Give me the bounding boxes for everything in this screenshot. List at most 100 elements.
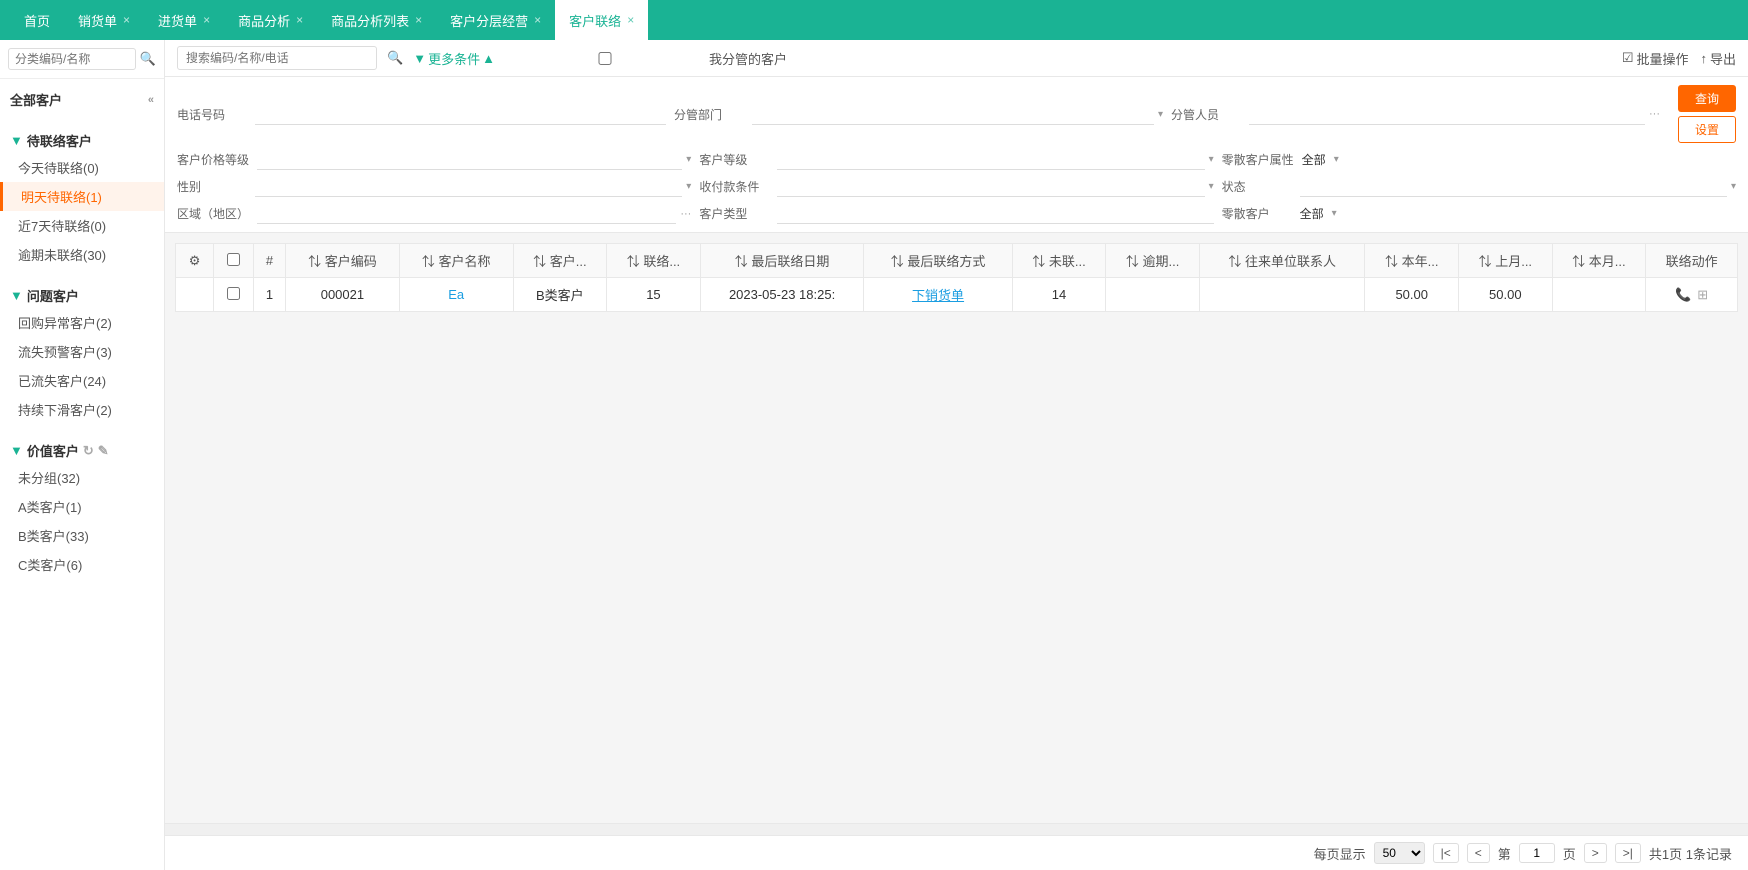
collapse-icon[interactable]: «: [148, 94, 154, 106]
col-customer-type[interactable]: ⇅ 客户...: [513, 244, 607, 278]
sidebar-item-week7[interactable]: 近7天待联络(0): [0, 211, 164, 240]
row-checkbox[interactable]: [214, 278, 254, 312]
payment-dropdown-icon[interactable]: ▾: [1209, 181, 1214, 192]
nav-product-analysis[interactable]: 商品分析 ×: [224, 0, 317, 40]
gender-input[interactable]: [255, 176, 682, 197]
payment-input[interactable]: [777, 176, 1204, 197]
search-btn-icon[interactable]: 🔍: [387, 50, 403, 66]
sidebar-item-a-class[interactable]: A类客户(1): [0, 492, 164, 521]
edit-icon[interactable]: ✎: [98, 443, 109, 459]
export-btn[interactable]: ↑ 导出: [1700, 49, 1736, 68]
close-sales-order-icon[interactable]: ×: [123, 13, 130, 27]
region-more-icon[interactable]: ···: [680, 208, 691, 220]
row-not-contacted: 14: [1012, 278, 1106, 312]
set-button[interactable]: 设置: [1678, 116, 1736, 143]
retail-attr-dropdown-icon[interactable]: ▾: [1334, 154, 1339, 165]
status-input[interactable]: [1300, 176, 1727, 197]
sidebar-item-c-class[interactable]: C类客户(6): [0, 550, 164, 579]
sidebar-item-overdue[interactable]: 逾期未联络(30): [0, 240, 164, 269]
last-page-btn[interactable]: >|: [1615, 843, 1641, 863]
sidebar-item-ungrouped[interactable]: 未分组(32): [0, 463, 164, 492]
close-purchase-order-icon[interactable]: ×: [203, 13, 210, 27]
col-sort-icon: ⇅: [308, 254, 321, 269]
retail-customer-dropdown-icon[interactable]: ▾: [1332, 208, 1337, 219]
bulk-op-btn[interactable]: ☑ 批量操作: [1622, 49, 1689, 68]
sidebar-item-lost[interactable]: 流失预警客户(3): [0, 337, 164, 366]
advanced-filter-panel: 电话号码 分管部门 ▾ 分管人员 ··· 查询 设置: [165, 77, 1748, 233]
sidebar-item-continuous-drop[interactable]: 持续下滑客户(2): [0, 395, 164, 424]
first-page-btn[interactable]: |<: [1433, 843, 1459, 863]
close-customer-tiered-icon[interactable]: ×: [534, 13, 541, 27]
col-name[interactable]: ⇅ 客户名称: [399, 244, 513, 278]
sidebar-all-customers[interactable]: 全部客户 «: [0, 85, 164, 114]
col-code[interactable]: ⇅ 客户编码: [286, 244, 400, 278]
sidebar-item-lost2[interactable]: 已流失客户(24): [0, 366, 164, 395]
phone-action-icon[interactable]: 📞: [1675, 287, 1691, 303]
sidebar-value-header[interactable]: ▼ 价值客户 ↻ ✎: [0, 436, 164, 463]
nav-customer-contact[interactable]: 客户联络 ×: [555, 0, 648, 40]
col-unit-contact[interactable]: ⇅ 往来单位联系人: [1199, 244, 1365, 278]
price-level-dropdown-icon[interactable]: ▾: [686, 154, 691, 165]
col-checkbox: [214, 244, 254, 278]
division-dept-dropdown-icon[interactable]: ▾: [1158, 109, 1163, 120]
col-contact[interactable]: ⇅ 联络...: [607, 244, 701, 278]
nav-customer-tiered[interactable]: 客户分层经营 ×: [436, 0, 555, 40]
sidebar-item-repurchase-abnormal[interactable]: 回购异常客户(2): [0, 308, 164, 337]
close-customer-contact-icon[interactable]: ×: [627, 13, 634, 27]
close-product-analysis-list-icon[interactable]: ×: [415, 13, 422, 27]
sidebar-pending-header[interactable]: ▼ 待联络客户: [0, 126, 164, 153]
col-gear[interactable]: ⚙: [176, 244, 214, 278]
region-input[interactable]: [257, 203, 676, 224]
row-name[interactable]: Ea: [399, 278, 513, 312]
division-person-more-icon[interactable]: ···: [1649, 108, 1660, 120]
search-input[interactable]: [177, 46, 377, 70]
select-all-checkbox[interactable]: [227, 253, 240, 266]
gender-dropdown-icon[interactable]: ▾: [686, 181, 691, 192]
row-select-checkbox[interactable]: [227, 287, 240, 300]
col-last-contact-date[interactable]: ⇅ 最后联络日期: [700, 244, 864, 278]
phone-input[interactable]: [255, 104, 666, 125]
row-contact: 15: [607, 278, 701, 312]
customer-level-input[interactable]: [777, 149, 1204, 170]
nav-product-analysis-list[interactable]: 商品分析列表 ×: [317, 0, 436, 40]
my-customers-checkbox[interactable]: [505, 52, 705, 65]
refresh-icon[interactable]: ↻: [83, 443, 94, 459]
row-last-contact-method[interactable]: 下销货单: [864, 278, 1012, 312]
col-this-year[interactable]: ⇅ 本年...: [1365, 244, 1459, 278]
col-this-month[interactable]: ⇅ 本月...: [1552, 244, 1646, 278]
sidebar-search-input[interactable]: [8, 48, 136, 70]
more-conditions-btn[interactable]: ▼ 更多条件 ▲: [413, 49, 495, 68]
next-page-btn[interactable]: >: [1584, 843, 1607, 863]
division-person-input[interactable]: [1249, 104, 1645, 125]
nav-sales-order[interactable]: 销货单 ×: [64, 0, 144, 40]
sidebar-item-today[interactable]: 今天待联络(0): [0, 153, 164, 182]
gear-settings-icon[interactable]: ⚙: [189, 253, 201, 268]
col-unitcon-sort-icon: ⇅: [1228, 254, 1241, 269]
customer-type-input[interactable]: [777, 203, 1213, 224]
nav-purchase-order[interactable]: 进货单 ×: [144, 0, 224, 40]
sidebar-problem-header[interactable]: ▼ 问题客户: [0, 281, 164, 308]
sidebar-item-b-class[interactable]: B类客户(33): [0, 521, 164, 550]
row-index: 1: [253, 278, 285, 312]
nav-home[interactable]: 首页: [10, 0, 64, 40]
close-product-analysis-icon[interactable]: ×: [296, 13, 303, 27]
prev-page-btn[interactable]: <: [1467, 843, 1490, 863]
sidebar-value-section: ▼ 价值客户 ↻ ✎ 未分组(32) A类客户(1) B类客户(33) C类客户…: [0, 430, 164, 585]
customer-level-dropdown-icon[interactable]: ▾: [1209, 154, 1214, 165]
division-dept-input[interactable]: [752, 104, 1154, 125]
horizontal-scrollbar[interactable]: [165, 823, 1748, 835]
col-overdue[interactable]: ⇅ 逾期...: [1106, 244, 1200, 278]
sidebar-search-icon[interactable]: 🔍: [140, 51, 156, 67]
customer-type-field: 客户类型: [699, 203, 1213, 224]
per-page-select[interactable]: 102050100: [1374, 842, 1425, 864]
col-not-contacted[interactable]: ⇅ 未联...: [1012, 244, 1106, 278]
check-icon: ☑: [1622, 50, 1634, 66]
col-last-contact-method[interactable]: ⇅ 最后联络方式: [864, 244, 1012, 278]
price-level-input[interactable]: [257, 149, 682, 170]
col-last-month[interactable]: ⇅ 上月...: [1459, 244, 1553, 278]
grid-action-icon[interactable]: ⊞: [1697, 287, 1708, 303]
query-button[interactable]: 查询: [1678, 85, 1736, 112]
sidebar-item-tomorrow[interactable]: 明天待联络(1): [0, 182, 164, 211]
page-number-input[interactable]: [1519, 843, 1555, 863]
status-dropdown-icon[interactable]: ▾: [1731, 181, 1736, 192]
